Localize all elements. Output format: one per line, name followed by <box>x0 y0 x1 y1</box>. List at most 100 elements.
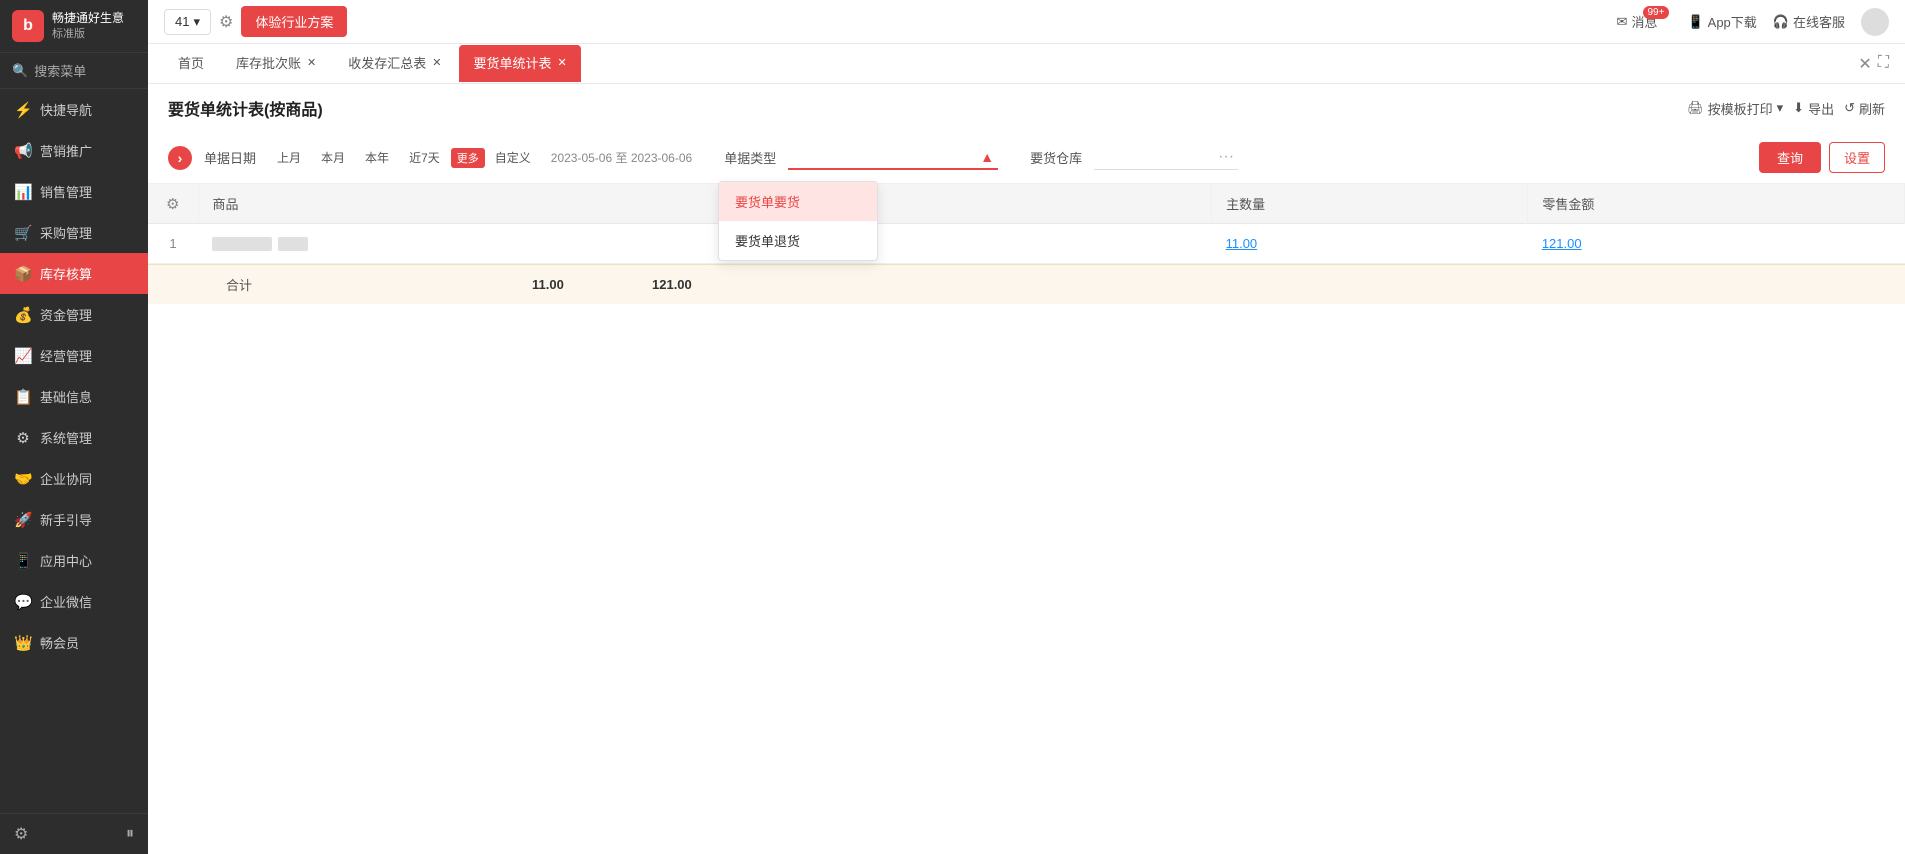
sidebar-search[interactable]: 🔍 搜索菜单 <box>0 53 148 89</box>
collab-icon: 🤝 <box>14 470 32 488</box>
product-placeholder-2 <box>278 237 308 251</box>
quantity-value[interactable]: 11.00 <box>1226 236 1258 251</box>
filter-actions: 查询 设置 <box>1759 142 1885 173</box>
messages-badge[interactable]: ✉ 消息 99+ <box>1617 12 1658 31</box>
tab-inventory-batch[interactable]: 库存批次账 ✕ <box>222 45 330 82</box>
shortcut-icon: ⚡ <box>14 101 32 119</box>
sidebar-item-marketing[interactable]: 📢 营销推广 <box>0 130 148 171</box>
settings-icon[interactable]: ⚙ <box>14 824 28 844</box>
inventory-icon: 📦 <box>14 265 32 283</box>
logo-icon: b <box>12 10 44 42</box>
sidebar-item-label: 库存核算 <box>40 264 92 283</box>
sidebar-item-member[interactable]: 👑 畅会员 <box>0 622 148 663</box>
sidebar-item-label: 经营管理 <box>40 346 92 365</box>
print-icon: 🖨 <box>1687 100 1704 116</box>
chevron-up-icon[interactable]: ▲ <box>976 149 998 165</box>
tab-close-icon[interactable]: ✕ <box>558 56 567 69</box>
sidebar-item-guide[interactable]: 🚀 新手引导 <box>0 499 148 540</box>
sidebar-item-label: 快捷导航 <box>40 100 92 119</box>
collapse-button[interactable]: ⏸ <box>126 825 134 843</box>
date-btn-last-month[interactable]: 上月 <box>268 145 310 170</box>
sidebar-item-inventory[interactable]: 📦 库存核算 <box>0 253 148 294</box>
expand-tabs-icon[interactable]: ⛶ <box>1878 54 1889 74</box>
basic-icon: 📋 <box>14 388 32 406</box>
sidebar-item-basic[interactable]: 📋 基础信息 <box>0 376 148 417</box>
online-service-label: 在线客服 <box>1793 12 1845 31</box>
close-all-tabs-icon[interactable]: ✕ <box>1858 54 1871 74</box>
online-service-badge[interactable]: 🎧 在线客服 <box>1773 12 1845 31</box>
table-header-quantity: 主数量 <box>1212 184 1528 224</box>
print-label: 按模板打印 <box>1708 99 1773 118</box>
table-header-gear[interactable]: ⚙ <box>148 184 198 224</box>
wechat-icon: 💬 <box>14 593 32 611</box>
print-button[interactable]: 🖨 按模板打印 ▾ <box>1687 99 1783 118</box>
page-content: 要货单统计表(按商品) 🖨 按模板打印 ▾ ⬇ 导出 ↺ 刷新 › <box>148 84 1905 854</box>
avatar[interactable] <box>1861 8 1889 36</box>
sidebar-item-collab[interactable]: 🤝 企业协同 <box>0 458 148 499</box>
sidebar-item-system[interactable]: ⚙ 系统管理 <box>0 417 148 458</box>
custom-date-button[interactable]: 自定义 <box>487 146 539 169</box>
dropdown-item-0[interactable]: 要货单要货 <box>719 182 877 221</box>
warehouse-filter-input-wrap: ··· <box>1094 146 1238 170</box>
tab-home[interactable]: 首页 <box>164 45 218 82</box>
date-btn-this-month[interactable]: 本月 <box>312 145 354 170</box>
footer-amount: 121.00 <box>652 277 772 292</box>
apps-icon: 📱 <box>14 552 32 570</box>
sidebar-item-finance[interactable]: 💰 资金管理 <box>0 294 148 335</box>
tab-close-icon[interactable]: ✕ <box>307 56 316 69</box>
gear-icon[interactable]: ⚙ <box>166 196 179 213</box>
type-filter-input[interactable] <box>788 145 976 168</box>
row-product <box>198 224 775 264</box>
date-btn-last-7[interactable]: 近7天 <box>400 145 449 170</box>
tab-label: 要货单统计表 <box>473 53 551 72</box>
row-quantity[interactable]: 11.00 <box>1212 224 1528 264</box>
main-area: 41 ▾ ⚙ 体验行业方案 ✉ 消息 99+ 📱 App下载 🎧 在线客服 <box>148 0 1905 854</box>
guide-icon: 🚀 <box>14 511 32 529</box>
footer-total-label: 合计 <box>212 275 412 294</box>
date-more-badge[interactable]: 更多 <box>451 148 485 168</box>
member-icon: 👑 <box>14 634 32 652</box>
sidebar-item-sales[interactable]: 📊 销售管理 <box>0 171 148 212</box>
refresh-button[interactable]: ↺ 刷新 <box>1844 99 1885 118</box>
app-download-badge[interactable]: 📱 App下载 <box>1687 12 1756 31</box>
operation-icon: 📈 <box>14 347 32 365</box>
sidebar-item-apps[interactable]: 📱 应用中心 <box>0 540 148 581</box>
type-filter-label: 单据类型 <box>724 148 776 167</box>
tab-close-icon[interactable]: ✕ <box>432 56 441 69</box>
warehouse-filter-input[interactable] <box>1094 146 1214 169</box>
type-filter-input-wrap: ▲ <box>788 145 998 170</box>
sidebar-item-label: 系统管理 <box>40 428 92 447</box>
topbar-right: ✉ 消息 99+ 📱 App下载 🎧 在线客服 <box>1617 8 1889 36</box>
amount-value[interactable]: 121.00 <box>1542 236 1582 251</box>
tab-label: 收发存汇总表 <box>348 53 426 72</box>
row-amount[interactable]: 121.00 <box>1528 224 1905 264</box>
sidebar-item-shortcut[interactable]: ⚡ 快捷导航 <box>0 89 148 130</box>
filter-bar: › 单据日期 上月 本月 本年 近7天 更多 自定义 2023-05-06 至 … <box>148 132 1905 184</box>
export-button[interactable]: ⬇ 导出 <box>1793 99 1834 118</box>
settings-gear-icon[interactable]: ⚙ <box>219 12 233 32</box>
message-icon: ✉ <box>1617 14 1628 30</box>
phone-icon: 📱 <box>1687 14 1703 30</box>
trial-button[interactable]: 体验行业方案 <box>241 6 347 37</box>
page-title: 要货单统计表(按商品) <box>168 96 323 132</box>
sidebar-item-wechat[interactable]: 💬 企业微信 <box>0 581 148 622</box>
sidebar-item-label: 营销推广 <box>40 141 92 160</box>
date-btn-this-year[interactable]: 本年 <box>356 145 398 170</box>
warehouse-filter-label: 要货仓库 <box>1030 148 1082 167</box>
tab-receive-summary[interactable]: 收发存汇总表 ✕ <box>334 45 455 82</box>
more-options-icon[interactable]: ··· <box>1214 148 1238 166</box>
settings-button[interactable]: 设置 <box>1829 142 1885 173</box>
sales-icon: 📊 <box>14 183 32 201</box>
tabs-bar: 首页 库存批次账 ✕ 收发存汇总表 ✕ 要货单统计表 ✕ ✕ ⛶ <box>148 44 1905 84</box>
product-placeholder-1 <box>212 237 272 251</box>
sidebar-item-purchase[interactable]: 🛒 采购管理 <box>0 212 148 253</box>
sidebar-item-operation[interactable]: 📈 经营管理 <box>0 335 148 376</box>
dropdown-item-1[interactable]: 要货单退货 <box>719 221 877 260</box>
store-selector[interactable]: 41 ▾ <box>164 9 211 35</box>
purchase-icon: 🛒 <box>14 224 32 242</box>
filter-expand-button[interactable]: › <box>168 146 192 170</box>
tab-order-summary[interactable]: 要货单统计表 ✕ <box>459 45 580 82</box>
sidebar: b 畅捷通好生意 标准版 🔍 搜索菜单 ⚡ 快捷导航 📢 营销推广 📊 销售管理… <box>0 0 148 854</box>
tab-label: 首页 <box>178 53 204 72</box>
query-button[interactable]: 查询 <box>1759 142 1821 173</box>
